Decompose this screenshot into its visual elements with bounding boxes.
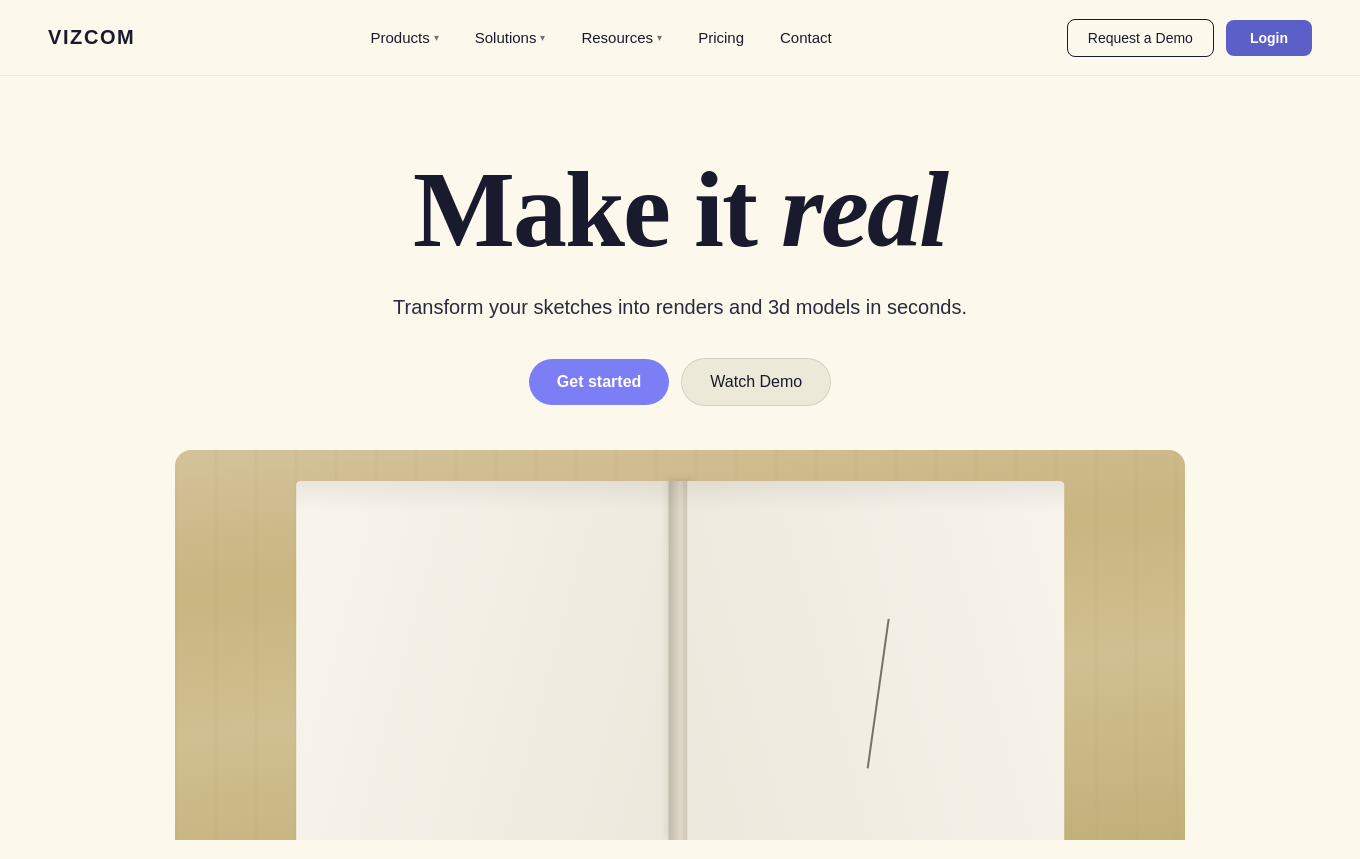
request-demo-button[interactable]: Request a Demo (1067, 19, 1214, 57)
hero-image (175, 450, 1185, 840)
book-top-shadow (296, 481, 1064, 511)
book-right-page (688, 481, 1064, 840)
chevron-down-icon: ▾ (657, 32, 662, 43)
book-left-page (296, 481, 672, 840)
nav-contact[interactable]: Contact (764, 21, 848, 54)
sketchbook-image (296, 481, 1064, 840)
nav-products[interactable]: Products ▾ (355, 21, 455, 54)
chevron-down-icon: ▾ (540, 32, 545, 43)
nav-actions: Request a Demo Login (1067, 19, 1312, 57)
pencil (867, 618, 889, 767)
nav-solutions[interactable]: Solutions ▾ (459, 21, 562, 54)
hero-cta-group: Get started Watch Demo (529, 358, 831, 406)
watch-demo-button[interactable]: Watch Demo (681, 358, 831, 406)
brand-logo[interactable]: VIZCOM (48, 26, 135, 49)
hero-headline: Make it real (413, 156, 947, 264)
nav-links: Products ▾ Solutions ▾ Resources ▾ Prici… (355, 21, 848, 54)
nav-resources[interactable]: Resources ▾ (565, 21, 678, 54)
get-started-button[interactable]: Get started (529, 359, 669, 405)
chevron-down-icon: ▾ (434, 32, 439, 43)
login-button[interactable]: Login (1226, 20, 1312, 56)
nav-pricing[interactable]: Pricing (682, 21, 760, 54)
hero-subheadline: Transform your sketches into renders and… (393, 292, 967, 322)
hero-section: Make it real Transform your sketches int… (0, 76, 1360, 859)
navbar: VIZCOM Products ▾ Solutions ▾ Resources … (0, 0, 1360, 76)
